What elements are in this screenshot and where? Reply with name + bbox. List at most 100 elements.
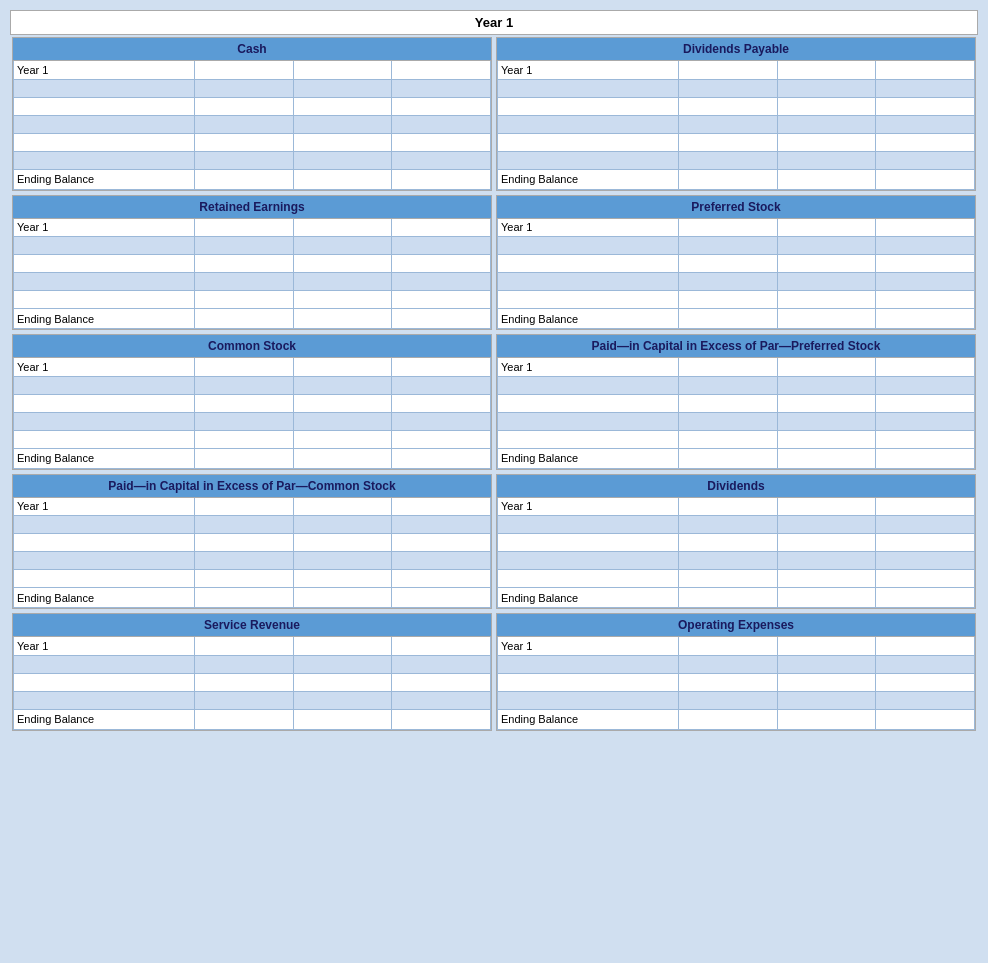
service-revenue-table: Year 1 xyxy=(13,637,491,730)
table-row: Year 1 xyxy=(498,637,975,655)
table-row xyxy=(14,237,491,255)
table-row: Year 1 xyxy=(14,358,491,376)
table-row xyxy=(14,273,491,291)
dividends-payable-table: Year 1 xyxy=(497,61,975,190)
paid-in-preferred-section: Paid—in Capital in Excess of Par—Preferr… xyxy=(496,334,976,470)
table-row xyxy=(498,97,975,115)
ending-balance-label: Ending Balance xyxy=(14,169,195,189)
table-row xyxy=(14,655,491,673)
ending-balance-row: Ending Balance xyxy=(14,588,491,608)
table-row xyxy=(498,115,975,133)
year-label: Year 1 xyxy=(498,61,679,79)
ending-balance-row: Ending Balance xyxy=(14,709,491,729)
cash-header: Cash xyxy=(13,38,491,61)
table-row xyxy=(498,552,975,570)
ending-balance-label: Ending Balance xyxy=(498,448,679,468)
year-label: Year 1 xyxy=(498,637,679,655)
table-row xyxy=(498,412,975,430)
table-row xyxy=(14,570,491,588)
table-row xyxy=(14,115,491,133)
cash-section: Cash Year 1 xyxy=(12,37,492,191)
retained-earnings-table: Year 1 xyxy=(13,219,491,330)
operating-expenses-table: Year 1 xyxy=(497,637,975,730)
table-row xyxy=(14,673,491,691)
year-label: Year 1 xyxy=(498,219,679,237)
table-row xyxy=(498,691,975,709)
table-row xyxy=(14,394,491,412)
table-row xyxy=(14,691,491,709)
table-row: Year 1 xyxy=(14,61,491,79)
table-row xyxy=(14,376,491,394)
ending-balance-row: Ending Balance xyxy=(498,588,975,608)
ending-balance-label: Ending Balance xyxy=(498,588,679,608)
preferred-stock-section: Preferred Stock Year 1 xyxy=(496,195,976,331)
ending-balance-label: Ending Balance xyxy=(498,309,679,329)
table-row xyxy=(14,552,491,570)
table-row xyxy=(498,570,975,588)
year-label: Year 1 xyxy=(14,498,195,516)
year-label: Year 1 xyxy=(14,219,195,237)
paid-in-preferred-table: Year 1 xyxy=(497,358,975,469)
year-label: Year 1 xyxy=(498,358,679,376)
table-row: Year 1 xyxy=(498,219,975,237)
service-revenue-section: Service Revenue Year 1 xyxy=(12,613,492,731)
year-label: Year 1 xyxy=(14,358,195,376)
table-row: Year 1 xyxy=(498,498,975,516)
table-row xyxy=(14,291,491,309)
dividends-payable-section: Dividends Payable Year 1 xyxy=(496,37,976,191)
table-row: Year 1 xyxy=(498,358,975,376)
ending-balance-label: Ending Balance xyxy=(14,448,195,468)
service-revenue-header: Service Revenue xyxy=(13,614,491,637)
ending-balance-row: Ending Balance xyxy=(14,169,491,189)
ending-balance-row: Ending Balance xyxy=(498,709,975,729)
table-row xyxy=(498,673,975,691)
cash-table: Year 1 xyxy=(13,61,491,190)
year-label: Year 1 xyxy=(14,637,195,655)
paid-in-common-table: Year 1 xyxy=(13,498,491,609)
table-row: Year 1 xyxy=(498,61,975,79)
preferred-stock-header: Preferred Stock xyxy=(497,196,975,219)
operating-expenses-header: Operating Expenses xyxy=(497,614,975,637)
table-row xyxy=(498,394,975,412)
retained-earnings-header: Retained Earnings xyxy=(13,196,491,219)
table-row xyxy=(498,516,975,534)
paid-in-common-header: Paid—in Capital in Excess of Par—Common … xyxy=(13,475,491,498)
table-row xyxy=(498,376,975,394)
common-stock-section: Common Stock Year 1 xyxy=(12,334,492,470)
table-row: Year 1 xyxy=(14,498,491,516)
table-row xyxy=(498,655,975,673)
ending-balance-row: Ending Balance xyxy=(498,169,975,189)
ending-balance-label: Ending Balance xyxy=(14,709,195,729)
ending-balance-label: Ending Balance xyxy=(498,709,679,729)
common-stock-table: Year 1 xyxy=(13,358,491,469)
table-row xyxy=(498,273,975,291)
table-row xyxy=(498,151,975,169)
table-row xyxy=(498,255,975,273)
dividends-header: Dividends xyxy=(497,475,975,498)
year-label: Year 1 xyxy=(498,498,679,516)
dividends-payable-header: Dividends Payable xyxy=(497,38,975,61)
main-title: Year 1 xyxy=(10,10,978,35)
table-row xyxy=(14,151,491,169)
dividends-section: Dividends Year 1 xyxy=(496,474,976,610)
ending-balance-label: Ending Balance xyxy=(14,309,195,329)
table-row xyxy=(498,79,975,97)
ending-balance-label: Ending Balance xyxy=(14,588,195,608)
common-stock-header: Common Stock xyxy=(13,335,491,358)
year-label: Year 1 xyxy=(14,61,195,79)
table-row xyxy=(498,430,975,448)
table-row xyxy=(14,534,491,552)
table-row xyxy=(14,97,491,115)
ending-balance-label: Ending Balance xyxy=(498,169,679,189)
table-row: Year 1 xyxy=(14,637,491,655)
table-row xyxy=(14,255,491,273)
table-row xyxy=(14,412,491,430)
ending-balance-row: Ending Balance xyxy=(498,448,975,468)
paid-in-common-section: Paid—in Capital in Excess of Par—Common … xyxy=(12,474,492,610)
table-row xyxy=(14,133,491,151)
table-row xyxy=(498,133,975,151)
table-row: Year 1 xyxy=(14,219,491,237)
ending-balance-row: Ending Balance xyxy=(14,309,491,329)
table-row xyxy=(498,291,975,309)
ending-balance-row: Ending Balance xyxy=(498,309,975,329)
